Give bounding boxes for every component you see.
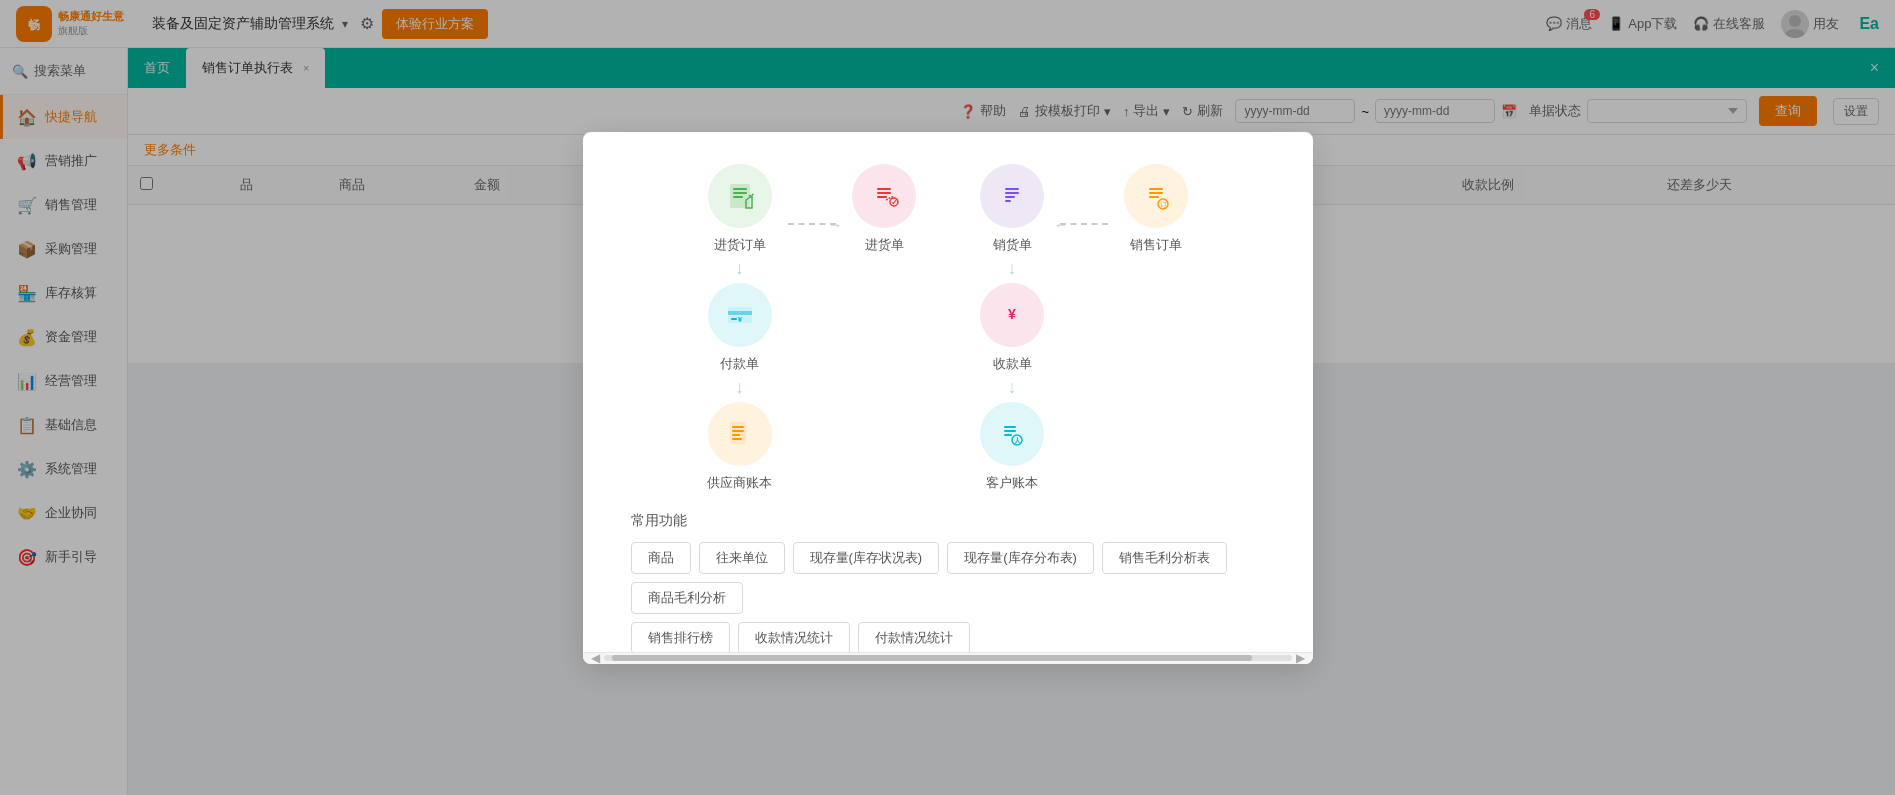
svg-text:¥: ¥ [737, 315, 742, 324]
sales-order-col: 订 销售订单 [1108, 164, 1204, 492]
sales-bill-label: 销货单 [993, 236, 1032, 254]
sales-order-node-label: 销售订单 [1130, 236, 1182, 254]
middle-arrows: → [788, 164, 836, 492]
scroll-right-btn[interactable]: ▶ [1296, 651, 1305, 664]
svg-rect-24 [1005, 188, 1019, 190]
purchase-receipt-node[interactable]: ✓ 进货单 [852, 164, 916, 254]
left-flow-col: 进货订单 ↓ ¥ 付款 [691, 164, 788, 492]
sales-bill-circle [980, 164, 1044, 228]
purchase-order-node[interactable]: 进货订单 [708, 164, 772, 254]
payment-node[interactable]: ¥ 付款单 [708, 283, 772, 373]
svg-text:人: 人 [1013, 437, 1022, 445]
svg-rect-14 [732, 430, 744, 432]
func-btn-inventory-dist[interactable]: 现存量(库存分布表) [947, 542, 1094, 574]
customer-circle: 人 [980, 402, 1044, 466]
sales-order-circle: 订 [1124, 164, 1188, 228]
func-btn-receipt-stats[interactable]: 收款情况统计 [738, 622, 850, 652]
sales-bill-col: 销货单 ↓ ¥ 收款单 ↓ [964, 164, 1060, 492]
supplier-ledger-node[interactable]: 供应商账本 [707, 402, 772, 492]
func-btn-product-profit[interactable]: 商品毛利分析 [631, 582, 743, 614]
purchase-receipt-col: ✓ 进货单 [836, 164, 932, 492]
svg-rect-20 [877, 196, 887, 198]
svg-rect-16 [732, 438, 742, 440]
customer-ledger-node[interactable]: 人 客户账本 [980, 402, 1044, 492]
h-arrow-2: ← [1060, 184, 1108, 264]
arrow-receipt-to-customer: ↓ [1008, 377, 1017, 398]
svg-text:✓: ✓ [891, 198, 898, 207]
svg-text:订: 订 [1160, 201, 1167, 208]
scroll-left-btn[interactable]: ◀ [591, 651, 600, 664]
common-title: 常用功能 [631, 512, 1265, 530]
svg-rect-32 [1004, 430, 1016, 432]
svg-text:¥: ¥ [1008, 306, 1016, 322]
receipt-node[interactable]: ¥ 收款单 [980, 283, 1044, 373]
arrow-sales-to-receipt: ↓ [1008, 258, 1017, 279]
svg-rect-13 [732, 426, 744, 428]
receipt-circle: ¥ [980, 283, 1044, 347]
svg-rect-6 [733, 192, 747, 194]
h-arrow-1: → [788, 184, 836, 264]
svg-rect-19 [877, 192, 891, 194]
purchase-order-label: 进货订单 [714, 236, 766, 254]
receipt-label: 收款单 [993, 355, 1032, 373]
svg-rect-39 [1149, 196, 1159, 198]
arrow-payment-to-supplier: ↓ [735, 377, 744, 398]
scrollbar-track[interactable] [604, 655, 1292, 661]
supplier-label: 供应商账本 [707, 474, 772, 492]
right-arrow-area: ← [1060, 164, 1108, 492]
flow-modal: 进货订单 ↓ ¥ 付款 [583, 132, 1313, 664]
func-btn-row-2: 销售排行榜 收款情况统计 付款情况统计 [631, 622, 1265, 652]
modal-content: 进货订单 ↓ ¥ 付款 [583, 132, 1313, 652]
func-btn-sales-profit[interactable]: 销售毛利分析表 [1102, 542, 1227, 574]
svg-rect-18 [877, 188, 891, 190]
payment-circle: ¥ [708, 283, 772, 347]
func-btn-inventory-status[interactable]: 现存量(库存状况表) [793, 542, 940, 574]
supplier-circle [708, 402, 772, 466]
customer-label: 客户账本 [986, 474, 1038, 492]
modal-scrollbar: ◀ ▶ [583, 652, 1313, 664]
svg-rect-26 [1005, 196, 1015, 198]
func-btn-partner[interactable]: 往来单位 [699, 542, 785, 574]
svg-rect-25 [1005, 192, 1019, 194]
gap-spacer [932, 164, 964, 492]
svg-rect-5 [733, 188, 747, 190]
purchase-order-circle [708, 164, 772, 228]
svg-rect-27 [1005, 200, 1011, 202]
svg-rect-10 [731, 318, 737, 320]
func-btn-payment-stats[interactable]: 付款情况统计 [858, 622, 970, 652]
svg-rect-37 [1149, 188, 1163, 190]
sales-order-node[interactable]: 订 销售订单 [1124, 164, 1188, 254]
svg-rect-15 [732, 434, 740, 436]
sales-bill-node[interactable]: 销货单 [980, 164, 1044, 254]
func-btn-product[interactable]: 商品 [631, 542, 691, 574]
purchase-receipt-circle: ✓ [852, 164, 916, 228]
arrow-purchase-to-payment: ↓ [735, 258, 744, 279]
func-btn-sales-rank[interactable]: 销售排行榜 [631, 622, 730, 652]
modal-overlay[interactable]: 进货订单 ↓ ¥ 付款 [0, 0, 1895, 795]
purchase-receipt-label: 进货单 [865, 236, 904, 254]
svg-rect-31 [1004, 426, 1016, 428]
svg-rect-7 [733, 196, 743, 198]
dashed-arrow-right: → [788, 223, 836, 225]
svg-rect-12 [730, 422, 746, 444]
svg-rect-33 [1004, 434, 1012, 436]
flow-diagram: 进货订单 ↓ ¥ 付款 [631, 164, 1265, 492]
payment-label: 付款单 [720, 355, 759, 373]
common-functions-section: 常用功能 商品 往来单位 现存量(库存状况表) 现存量(库存分布表) 销售毛利分… [631, 512, 1265, 652]
dashed-arrow-left: ← [1060, 223, 1108, 225]
scrollbar-thumb [612, 655, 1252, 661]
func-btn-row-1: 商品 往来单位 现存量(库存状况表) 现存量(库存分布表) 销售毛利分析表 商品… [631, 542, 1265, 614]
svg-rect-38 [1149, 192, 1163, 194]
